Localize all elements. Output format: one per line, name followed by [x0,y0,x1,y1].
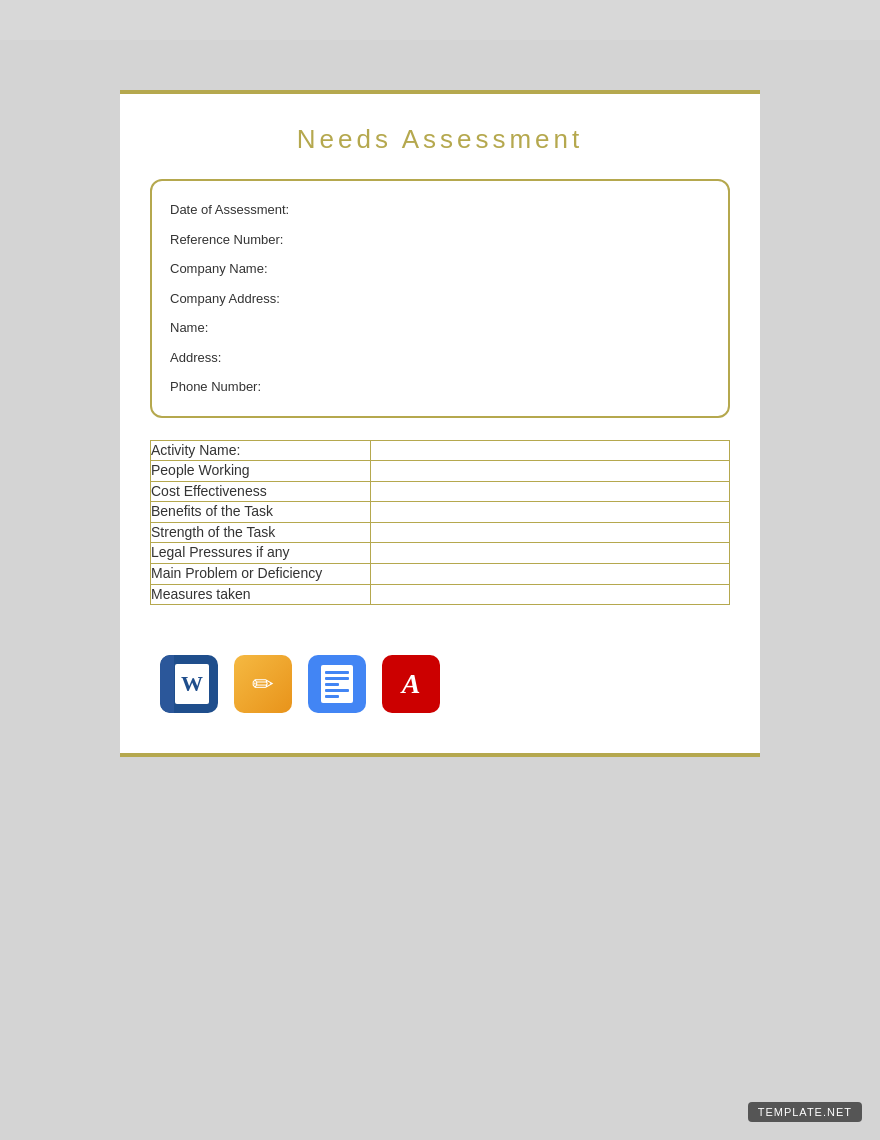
doc-line-1 [325,671,349,674]
acrobat-icon-button[interactable]: A [382,655,440,713]
document-container: Needs Assessment Date of Assessment: Ref… [120,90,760,757]
info-row-date: Date of Assessment: [170,195,710,225]
template-badge: TEMPLATE.NET [748,1102,862,1122]
row-label-strength: Strength of the Task [151,522,371,543]
row-value-problem[interactable] [371,564,730,585]
label-address: Address: [170,350,221,365]
table-row: Benefits of the Task [151,502,730,523]
row-value-cost[interactable] [371,481,730,502]
acrobat-symbol: A [402,668,421,700]
row-value-activity[interactable] [371,440,730,461]
row-label-cost: Cost Effectiveness [151,481,371,502]
pages-symbol: ✏ [252,669,274,700]
word-icon-button[interactable]: W [160,655,218,713]
table-row: Cost Effectiveness [151,481,730,502]
label-ref: Reference Number: [170,232,283,247]
info-row-company: Company Name: [170,254,710,284]
doc-line-4 [325,689,349,692]
info-row-ref: Reference Number: [170,225,710,255]
word-letter: W [181,671,203,697]
docs-icon-button[interactable] [308,655,366,713]
info-box: Date of Assessment: Reference Number: Co… [150,179,730,418]
label-date: Date of Assessment: [170,202,289,217]
table-row: Main Problem or Deficiency [151,564,730,585]
row-value-benefits[interactable] [371,502,730,523]
info-row-name: Name: [170,313,710,343]
doc-line-5 [325,695,339,698]
docs-symbol [321,665,353,703]
doc-line-2 [325,677,349,680]
footer-icons: W ✏ [160,655,730,713]
table-row: Measures taken [151,584,730,605]
info-row-company-address: Company Address: [170,284,710,314]
row-value-strength[interactable] [371,522,730,543]
row-label-measures: Measures taken [151,584,371,605]
label-company: Company Name: [170,261,268,276]
doc-line-3 [325,683,339,686]
row-label-activity: Activity Name: [151,440,371,461]
page-title: Needs Assessment [150,124,730,155]
row-label-problem: Main Problem or Deficiency [151,564,371,585]
info-row-phone: Phone Number: [170,372,710,402]
row-label-people: People Working [151,461,371,482]
table-row: Legal Pressures if any [151,543,730,564]
row-value-measures[interactable] [371,584,730,605]
label-company-address: Company Address: [170,291,280,306]
row-value-legal[interactable] [371,543,730,564]
info-row-address: Address: [170,343,710,373]
label-name: Name: [170,320,208,335]
row-label-benefits: Benefits of the Task [151,502,371,523]
assessment-table: Activity Name: People Working Cost Effec… [150,440,730,606]
row-label-legal: Legal Pressures if any [151,543,371,564]
pages-icon-button[interactable]: ✏ [234,655,292,713]
table-row: People Working [151,461,730,482]
table-row: Strength of the Task [151,522,730,543]
label-phone: Phone Number: [170,379,261,394]
table-row: Activity Name: [151,440,730,461]
row-value-people[interactable] [371,461,730,482]
